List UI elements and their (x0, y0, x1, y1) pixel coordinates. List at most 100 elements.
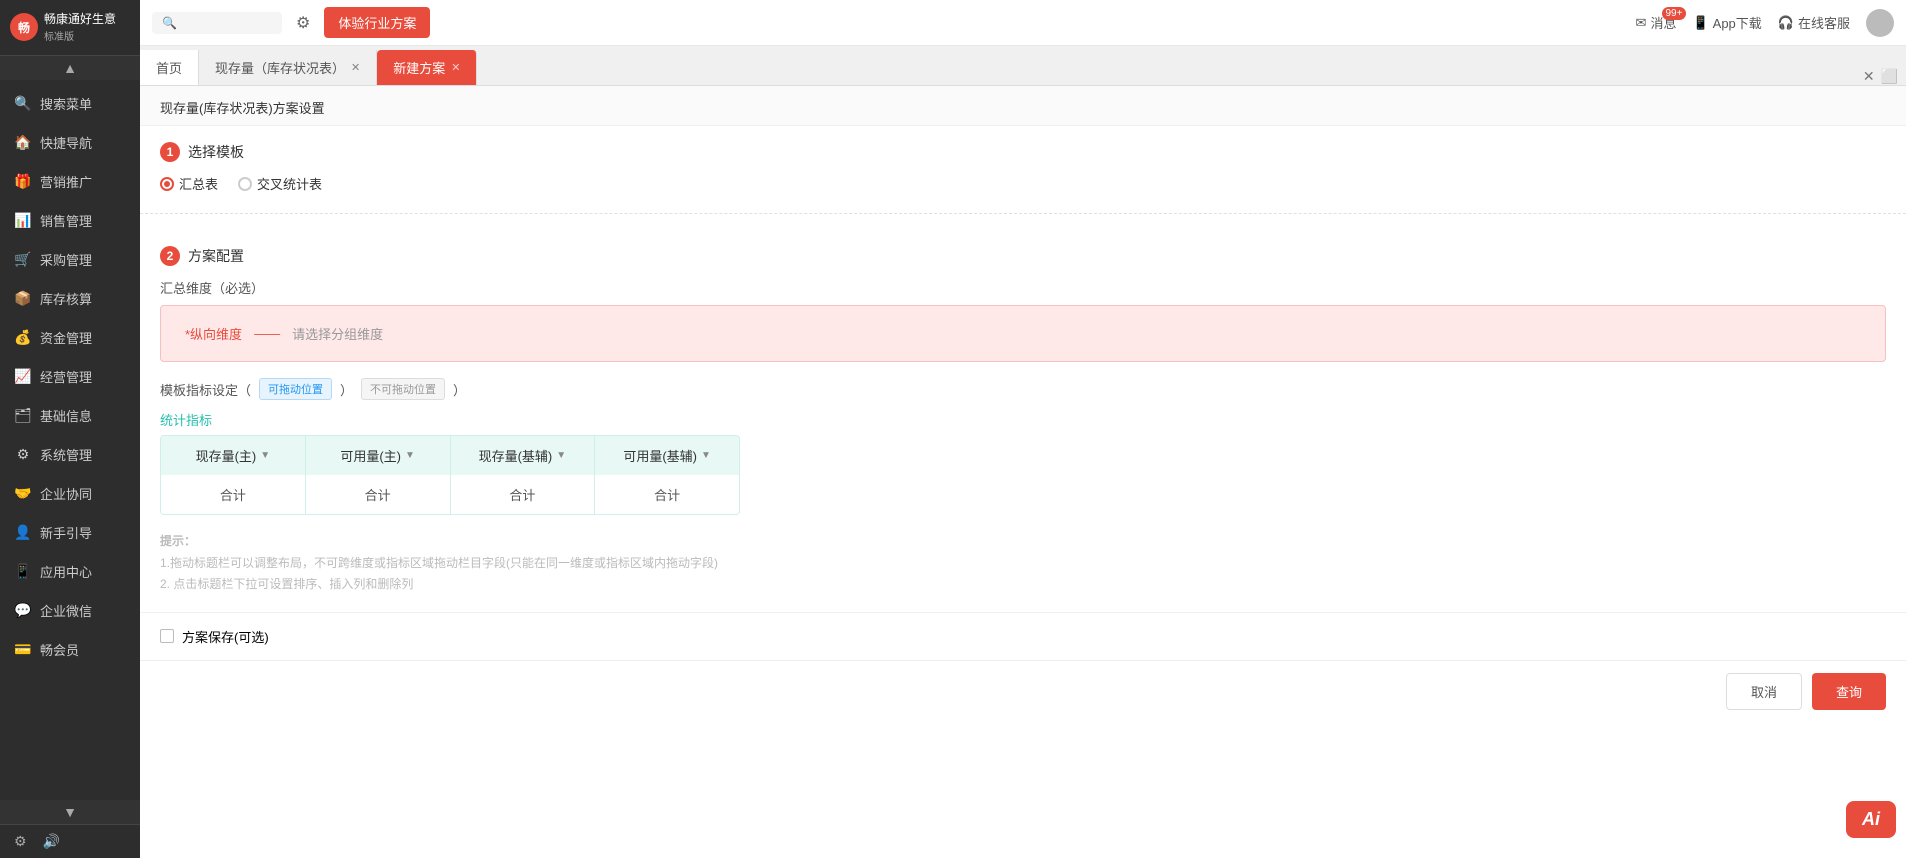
cancel-button[interactable]: 取消 (1726, 673, 1802, 710)
hints-section: 提示： 1.拖动标题栏可以调整布局，不可跨维度或指标区域拖动栏目字段(只能在同一… (160, 531, 1886, 596)
radio-crosstab-circle (238, 177, 252, 191)
query-button[interactable]: 查询 (1812, 673, 1886, 710)
draggable-badge: 可拖动位置 (259, 378, 332, 400)
sidebar-item-wechat[interactable]: 💬 企业微信 (0, 591, 140, 630)
stats-table: 现存量(主) ▼ 可用量(主) ▼ 现存量(基辅) ▼ (160, 435, 740, 515)
sidebar-item-search[interactable]: 🔍 搜索菜单 (0, 84, 140, 123)
save-check-section: 方案保存(可选) (140, 612, 1906, 660)
non-draggable-badge: 不可拖动位置 (361, 378, 445, 400)
tabs-bar: 首页 现存量（库存状况表） ✕ 新建方案 ✕ ✕ ⬜ (140, 46, 1906, 86)
dimension-placeholder: 请选择分组维度 (292, 324, 383, 343)
tab-new-plan[interactable]: 新建方案 ✕ (377, 50, 477, 85)
stats-col-1[interactable]: 可用量(主) ▼ (306, 436, 451, 475)
vertical-dimension-label: *纵向维度 (185, 324, 242, 343)
summary-dimension-group: 汇总维度（必选） *纵向维度 —— 请选择分组维度 (160, 278, 1886, 362)
gear-icon: ⚙ (14, 445, 32, 463)
section-divider-1 (140, 213, 1906, 214)
sidebar-footer: ⚙ 🔊 (0, 824, 140, 858)
card-icon: 💳 (14, 640, 32, 658)
radio-summary-circle (160, 177, 174, 191)
page-content: 现存量(库存状况表)方案设置 1 选择模板 汇总表 交叉统计表 2 (140, 86, 1906, 858)
tab-maximize-icon[interactable]: ⬜ (1881, 68, 1898, 85)
sidebar-item-enterprise[interactable]: 🤝 企业协同 (0, 474, 140, 513)
tab-inventory-close[interactable]: ✕ (351, 61, 360, 74)
section-template: 1 选择模板 汇总表 交叉统计表 (140, 126, 1906, 209)
sidebar-item-basic[interactable]: 🗂 基础信息 (0, 396, 140, 435)
ai-button[interactable]: Ai (1846, 801, 1896, 838)
tab-home[interactable]: 首页 (140, 50, 199, 85)
search-input[interactable] (181, 16, 261, 30)
indicator-setting: 模板指标设定（ 可拖动位置 ） 不可拖动位置 ） 统计指标 现存量(主) ▼ (160, 378, 1886, 596)
sidebar-item-appcenter[interactable]: 📱 应用中心 (0, 552, 140, 591)
message-badge: 99+ (1662, 7, 1687, 20)
sidebar-item-sales[interactable]: 📊 销售管理 (0, 201, 140, 240)
topbar-gear-icon[interactable]: ⚙ (292, 9, 314, 37)
section-config: 2 方案配置 汇总维度（必选） *纵向维度 —— 请选择分组维度 模板指标设定（… (140, 230, 1906, 612)
message-icon: ✉ (1636, 15, 1647, 31)
step2-badge: 2 (160, 246, 180, 266)
search-icon-topbar: 🔍 (162, 16, 177, 30)
sidebar-logo: 畅 畅康通好生意 标准版 (0, 0, 140, 56)
search-icon: 🔍 (14, 94, 32, 112)
user-icon: 👤 (14, 523, 32, 541)
sidebar-scroll-down[interactable]: ▼ (0, 800, 140, 824)
folder-icon: 🗂 (14, 406, 32, 424)
stats-body-1: 合计 (306, 475, 451, 514)
chevron-down-icon-1: ▼ (405, 450, 415, 461)
user-avatar[interactable] (1866, 9, 1894, 37)
section2-label: 方案配置 (188, 246, 244, 266)
stats-table-header: 现存量(主) ▼ 可用量(主) ▼ 现存量(基辅) ▼ (161, 436, 739, 475)
sidebar-item-marketing[interactable]: 🎁 营销推广 (0, 162, 140, 201)
chevron-down-icon-2: ▼ (556, 450, 566, 461)
sidebar-item-newuser[interactable]: 👤 新手引导 (0, 513, 140, 552)
trial-plan-button[interactable]: 体验行业方案 (324, 7, 430, 38)
box-icon: 📦 (14, 289, 32, 307)
topbar-right: ✉ 消息 99+ 📱 App下载 🎧 在线客服 (1636, 9, 1894, 37)
template-radio-group: 汇总表 交叉统计表 (160, 174, 1886, 193)
stats-table-body: 合计 合计 合计 合计 (161, 475, 739, 514)
message-button[interactable]: ✉ 消息 99+ (1636, 13, 1677, 32)
sidebar-item-finance[interactable]: 💰 资金管理 (0, 318, 140, 357)
step1-badge: 1 (160, 142, 180, 162)
sidebar-item-operations[interactable]: 📈 经营管理 (0, 357, 140, 396)
radio-summary[interactable]: 汇总表 (160, 174, 218, 193)
save-plan-label: 方案保存(可选) (182, 627, 269, 646)
settings-icon[interactable]: ⚙ (14, 833, 27, 850)
money-icon: 💰 (14, 328, 32, 346)
section1-title: 1 选择模板 (160, 142, 1886, 162)
home-icon: 🏠 (14, 133, 32, 151)
sidebar-item-member[interactable]: 💳 畅会员 (0, 630, 140, 669)
indicator-label: 模板指标设定（ 可拖动位置 ） 不可拖动位置 ） (160, 378, 1886, 400)
chevron-down-icon-0: ▼ (260, 450, 270, 461)
main-area: 🔍 ⚙ 体验行业方案 ✉ 消息 99+ 📱 App下载 🎧 在线客服 首页 (140, 0, 1906, 858)
sidebar-scroll-up[interactable]: ▲ (0, 56, 140, 80)
cart-icon: 🛒 (14, 250, 32, 268)
stats-col-0[interactable]: 现存量(主) ▼ (161, 436, 306, 475)
summary-dimension-label: 汇总维度（必选） (160, 278, 1886, 297)
speaker-icon[interactable]: 🔊 (43, 833, 60, 850)
section1-label: 选择模板 (188, 142, 244, 162)
handshake-icon: 🤝 (14, 484, 32, 502)
gift-icon: 🎁 (14, 172, 32, 190)
bottom-actions: 取消 查询 (140, 660, 1906, 722)
radio-crosstab[interactable]: 交叉统计表 (238, 174, 322, 193)
logo-text: 畅康通好生意 标准版 (44, 12, 116, 43)
sidebar-item-shortcut[interactable]: 🏠 快捷导航 (0, 123, 140, 162)
online-service-button[interactable]: 🎧 在线客服 (1778, 13, 1850, 32)
app-download-button[interactable]: 📱 App下载 (1692, 13, 1761, 32)
sidebar-item-inventory[interactable]: 📦 库存核算 (0, 279, 140, 318)
section2-title: 2 方案配置 (160, 246, 1886, 266)
topbar: 🔍 ⚙ 体验行业方案 ✉ 消息 99+ 📱 App下载 🎧 在线客服 (140, 0, 1906, 46)
sidebar-item-system[interactable]: ⚙ 系统管理 (0, 435, 140, 474)
dimension-selector[interactable]: *纵向维度 —— 请选择分组维度 (160, 305, 1886, 362)
tab-new-plan-close[interactable]: ✕ (451, 61, 460, 74)
topbar-search-box[interactable]: 🔍 (152, 12, 282, 34)
save-plan-checkbox[interactable] (160, 629, 174, 643)
stats-col-3[interactable]: 可用量(基辅) ▼ (595, 436, 739, 475)
tabs-right-actions: ✕ ⬜ (1863, 68, 1906, 85)
stats-col-2[interactable]: 现存量(基辅) ▼ (451, 436, 596, 475)
sidebar-item-purchase[interactable]: 🛒 采购管理 (0, 240, 140, 279)
tab-close-icon[interactable]: ✕ (1863, 68, 1875, 85)
tab-inventory[interactable]: 现存量（库存状况表） ✕ (199, 50, 377, 85)
sidebar: 畅 畅康通好生意 标准版 ▲ 🔍 搜索菜单 🏠 快捷导航 🎁 营销推广 📊 销售… (0, 0, 140, 858)
